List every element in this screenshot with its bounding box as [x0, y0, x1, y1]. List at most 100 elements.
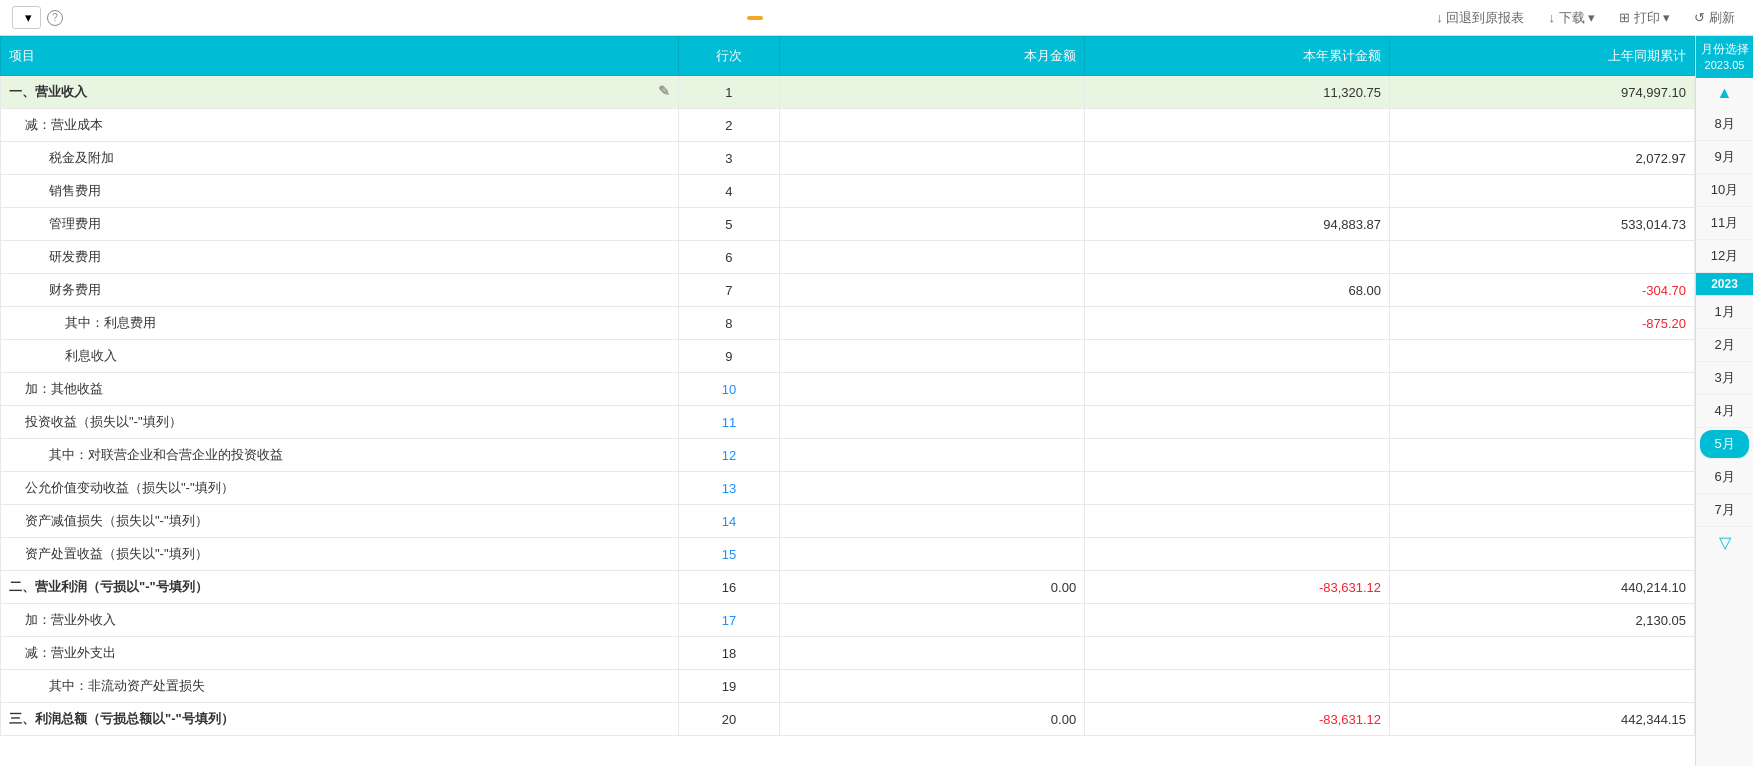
cell-year — [1085, 109, 1390, 142]
cell-prev — [1390, 340, 1695, 373]
cell-year — [1085, 241, 1390, 274]
edit-icon[interactable]: ✎ — [658, 83, 670, 99]
cell-month — [780, 76, 1085, 109]
item-label: 税金及附加 — [49, 150, 114, 165]
cell-prev — [1390, 241, 1695, 274]
table-row: 三、利润总额（亏损总额以"-"号填列）200.00-83,631.12442,3… — [1, 703, 1695, 736]
cell-item: 三、利润总额（亏损总额以"-"号填列） — [1, 703, 679, 736]
sidebar-month-item[interactable]: 1月 — [1696, 296, 1753, 329]
cell-year — [1085, 538, 1390, 571]
chevron-down-icon: ▾ — [25, 10, 32, 25]
item-label: 三、利润总额（亏损总额以"-"号填列） — [9, 711, 234, 726]
sidebar-month-item[interactable]: 9月 — [1696, 141, 1753, 174]
table-row: 二、营业利润（亏损以"-"号填列）160.00-83,631.12440,214… — [1, 571, 1695, 604]
sidebar-month-item[interactable]: 12月 — [1696, 240, 1753, 273]
income-table: 项目 行次 本月金额 本年累计金额 上年同期累计 一、营业收入✎111,320.… — [0, 36, 1695, 736]
item-label: 加：其他收益 — [25, 381, 103, 396]
sidebar-title: 月份选择 2023.05 — [1696, 36, 1753, 78]
nav-up-arrow[interactable]: ▲ — [1696, 78, 1753, 108]
cell-item: 二、营业利润（亏损以"-"号填列） — [1, 571, 679, 604]
table-row: 资产处置收益（损失以"-"填列） 15 — [1, 538, 1695, 571]
cell-row-num: 5 — [678, 208, 780, 241]
cell-item: 资产处置收益（损失以"-"填列） — [1, 538, 679, 571]
item-label: 投资收益（损失以"-"填列） — [25, 414, 182, 429]
cell-prev: 2,072.97 — [1390, 142, 1695, 175]
cell-item: 财务费用 — [1, 274, 679, 307]
cell-row-num[interactable]: 10 — [678, 373, 780, 406]
sidebar-month-item[interactable]: 10月 — [1696, 174, 1753, 207]
return-button[interactable]: ↓ 回退到原报表 — [1430, 6, 1530, 30]
download-button[interactable]: ↓ 下载 ▾ — [1542, 6, 1601, 30]
table-row: 一、营业收入✎111,320.75974,997.10 — [1, 76, 1695, 109]
sidebar-month-item[interactable]: 6月 — [1696, 461, 1753, 494]
cell-row-num: 3 — [678, 142, 780, 175]
cell-row-num[interactable]: 17 — [678, 604, 780, 637]
cell-month — [780, 241, 1085, 274]
sidebar-month-item[interactable]: 2月 — [1696, 329, 1753, 362]
cell-prev: 974,997.10 — [1390, 76, 1695, 109]
cell-prev — [1390, 538, 1695, 571]
table-row: 税金及附加 3 2,072.97 — [1, 142, 1695, 175]
cell-month — [780, 604, 1085, 637]
cell-year: -83,631.12 — [1085, 571, 1390, 604]
cell-item: 资产减值损失（损失以"-"填列） — [1, 505, 679, 538]
cell-prev — [1390, 406, 1695, 439]
nav-down-arrow[interactable]: ▽ — [1696, 527, 1753, 558]
table-row: 减：营业成本2 — [1, 109, 1695, 142]
table-row: 减：营业外支出18 — [1, 637, 1695, 670]
item-label: 资产处置收益（损失以"-"填列） — [25, 546, 208, 561]
sidebar-month-item[interactable]: 7月 — [1696, 494, 1753, 527]
status-badge[interactable] — [747, 16, 763, 20]
print-button[interactable]: ⊞ 打印 ▾ — [1613, 6, 1676, 30]
cell-prev — [1390, 505, 1695, 538]
cell-prev: 440,214.10 — [1390, 571, 1695, 604]
cell-prev — [1390, 373, 1695, 406]
cell-row-num[interactable]: 11 — [678, 406, 780, 439]
cell-year: -83,631.12 — [1085, 703, 1390, 736]
cell-row-num[interactable]: 12 — [678, 439, 780, 472]
cell-row-num: 9 — [678, 340, 780, 373]
cell-item: 其中：对联营企业和合营企业的投资收益 — [1, 439, 679, 472]
cell-prev: -875.20 — [1390, 307, 1695, 340]
cell-row-num[interactable]: 14 — [678, 505, 780, 538]
refresh-button[interactable]: ↺ 刷新 — [1688, 6, 1741, 30]
cell-year — [1085, 604, 1390, 637]
cell-item: 研发费用 — [1, 241, 679, 274]
cell-month — [780, 472, 1085, 505]
header-item: 项目 — [1, 37, 679, 76]
cell-year — [1085, 670, 1390, 703]
sidebar-month-item[interactable]: 5月 — [1700, 430, 1749, 459]
cell-year — [1085, 373, 1390, 406]
table-row: 加：营业外收入172,130.05 — [1, 604, 1695, 637]
item-label: 其中：利息费用 — [65, 315, 156, 330]
cell-row-num: 4 — [678, 175, 780, 208]
cell-month — [780, 406, 1085, 439]
item-label: 管理费用 — [49, 216, 101, 231]
table-row: 财务费用768.00-304.70 — [1, 274, 1695, 307]
cell-row-num: 18 — [678, 637, 780, 670]
sidebar-month-item[interactable]: 11月 — [1696, 207, 1753, 240]
cell-item: 销售费用 — [1, 175, 679, 208]
table-row: 研发费用6 — [1, 241, 1695, 274]
cell-prev: 533,014.73 — [1390, 208, 1695, 241]
sidebar-month-item[interactable]: 3月 — [1696, 362, 1753, 395]
help-icon[interactable]: ? — [47, 10, 63, 26]
cell-row-num[interactable]: 15 — [678, 538, 780, 571]
item-label: 利息收入 — [65, 348, 117, 363]
cell-month — [780, 274, 1085, 307]
sidebar-month-item[interactable]: 4月 — [1696, 395, 1753, 428]
cell-row-num[interactable]: 13 — [678, 472, 780, 505]
scope-dropdown[interactable]: ▾ — [12, 6, 41, 29]
item-label: 财务费用 — [49, 282, 101, 297]
cell-month — [780, 175, 1085, 208]
table-row: 销售费用4 — [1, 175, 1695, 208]
cell-item: 加：其他收益 — [1, 373, 679, 406]
cell-prev: 442,344.15 — [1390, 703, 1695, 736]
cell-month: 0.00 — [780, 571, 1085, 604]
cell-year: 68.00 — [1085, 274, 1390, 307]
table-area: 项目 行次 本月金额 本年累计金额 上年同期累计 一、营业收入✎111,320.… — [0, 36, 1695, 766]
sidebar-month-item[interactable]: 8月 — [1696, 108, 1753, 141]
cell-item: 其中：利息费用 — [1, 307, 679, 340]
cell-prev — [1390, 637, 1695, 670]
header-year: 本年累计金额 — [1085, 37, 1390, 76]
